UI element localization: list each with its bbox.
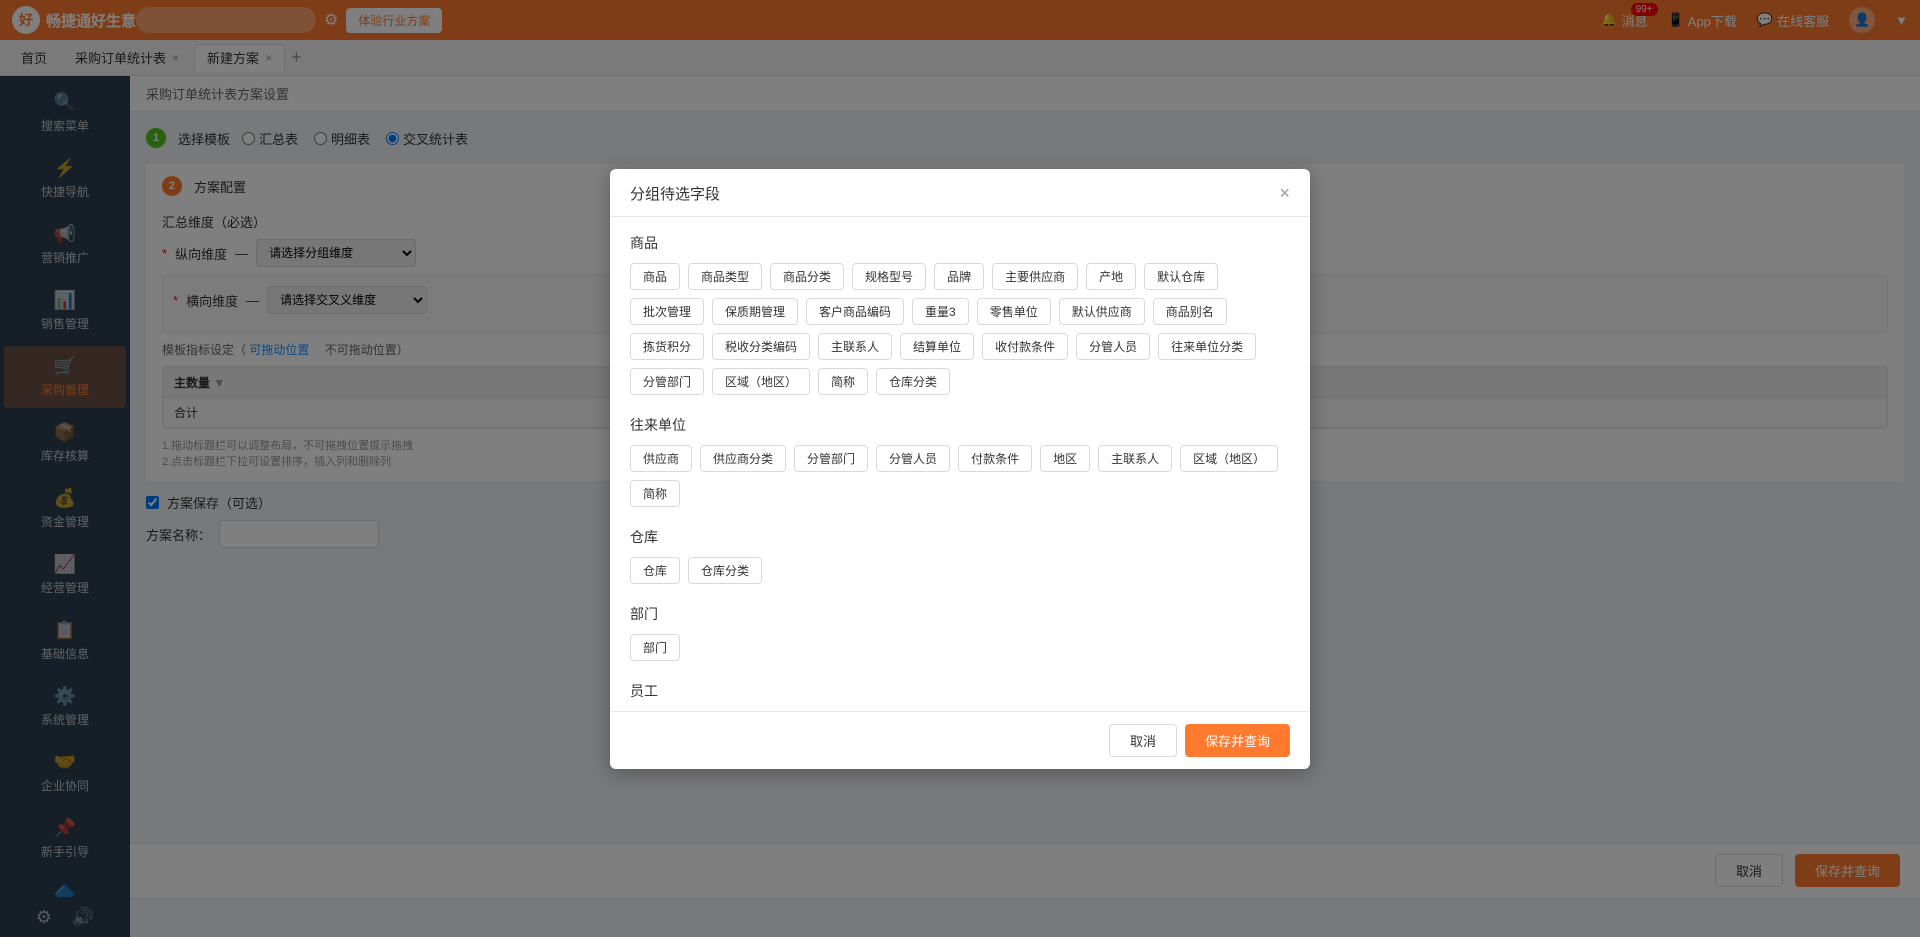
field-chip[interactable]: 客户商品编码 <box>806 298 904 325</box>
field-grid: 部门 <box>630 634 1290 661</box>
field-chip[interactable]: 仓库分类 <box>688 557 762 584</box>
field-chip[interactable]: 分管人员 <box>876 445 950 472</box>
dialog-confirm-button[interactable]: 保存并查询 <box>1185 724 1290 757</box>
field-chip[interactable]: 默认仓库 <box>1144 263 1218 290</box>
field-chip[interactable]: 重量3 <box>912 298 969 325</box>
field-section-往来单位: 往来单位供应商供应商分类分管部门分管人员付款条件地区主联系人区域（地区） 简称 <box>630 415 1290 507</box>
field-chip[interactable]: 分管部门 <box>630 368 704 395</box>
field-chip[interactable]: 分管人员 <box>1076 333 1150 360</box>
dialog-header: 分组待选字段 × <box>610 169 1310 217</box>
dialog-title: 分组待选字段 <box>630 183 720 204</box>
field-chip[interactable]: 区域（地区） <box>712 368 810 395</box>
field-section-title: 部门 <box>630 604 1290 624</box>
field-chip[interactable]: 规格型号 <box>852 263 926 290</box>
field-section-员工: 员工业务员 <box>630 681 1290 711</box>
field-section-title: 往来单位 <box>630 415 1290 435</box>
field-chip[interactable]: 品牌 <box>934 263 984 290</box>
dialog-body[interactable]: 商品商品商品类型商品分类规格型号品牌主要供应商产地默认仓库批次管理保质期管理客户… <box>610 217 1310 711</box>
field-chip[interactable]: 主联系人 <box>1098 445 1172 472</box>
field-chip[interactable]: 保质期管理 <box>712 298 798 325</box>
field-chip[interactable]: 往来单位分类 <box>1158 333 1256 360</box>
field-chip[interactable]: 零售单位 <box>977 298 1051 325</box>
field-chip[interactable]: 付款条件 <box>958 445 1032 472</box>
field-chip[interactable]: 简称 <box>630 480 680 507</box>
field-chip[interactable]: 结算单位 <box>900 333 974 360</box>
field-chip[interactable]: 商品类型 <box>688 263 762 290</box>
field-select-dialog: 分组待选字段 × 商品商品商品类型商品分类规格型号品牌主要供应商产地默认仓库批次… <box>610 169 1310 769</box>
field-chip[interactable]: 主要供应商 <box>992 263 1078 290</box>
dialog-overlay: 分组待选字段 × 商品商品商品类型商品分类规格型号品牌主要供应商产地默认仓库批次… <box>0 0 1920 937</box>
field-chip[interactable]: 区域（地区） <box>1180 445 1278 472</box>
field-section-仓库: 仓库仓库仓库分类 <box>630 527 1290 584</box>
field-section-title: 员工 <box>630 681 1290 701</box>
dialog-footer: 取消 保存并查询 <box>610 711 1310 769</box>
field-chip[interactable]: 拣货积分 <box>630 333 704 360</box>
field-section-商品: 商品商品商品类型商品分类规格型号品牌主要供应商产地默认仓库批次管理保质期管理客户… <box>630 233 1290 395</box>
field-grid: 商品商品类型商品分类规格型号品牌主要供应商产地默认仓库批次管理保质期管理客户商品… <box>630 263 1290 395</box>
dialog-close-button[interactable]: × <box>1279 184 1290 202</box>
field-chip[interactable]: 供应商分类 <box>700 445 786 472</box>
field-section-title: 商品 <box>630 233 1290 253</box>
field-chip[interactable]: 仓库分类 <box>876 368 950 395</box>
field-chip[interactable]: 仓库 <box>630 557 680 584</box>
field-chip[interactable]: 税收分类编码 <box>712 333 810 360</box>
dialog-cancel-button[interactable]: 取消 <box>1109 724 1177 757</box>
field-chip[interactable]: 商品分类 <box>770 263 844 290</box>
field-chip[interactable]: 默认供应商 <box>1059 298 1145 325</box>
field-chip[interactable]: 分管部门 <box>794 445 868 472</box>
field-chip[interactable]: 地区 <box>1040 445 1090 472</box>
field-chip[interactable]: 批次管理 <box>630 298 704 325</box>
field-chip[interactable]: 产地 <box>1086 263 1136 290</box>
field-chip[interactable]: 供应商 <box>630 445 692 472</box>
field-grid: 供应商供应商分类分管部门分管人员付款条件地区主联系人区域（地区） 简称 <box>630 445 1290 507</box>
field-chip[interactable]: 部门 <box>630 634 680 661</box>
field-chip[interactable]: 商品别名 <box>1153 298 1227 325</box>
field-grid: 仓库仓库分类 <box>630 557 1290 584</box>
field-section-部门: 部门部门 <box>630 604 1290 661</box>
field-chip[interactable]: 主联系人 <box>818 333 892 360</box>
field-chip[interactable]: 简称 <box>818 368 868 395</box>
field-section-title: 仓库 <box>630 527 1290 547</box>
field-chip[interactable]: 商品 <box>630 263 680 290</box>
field-chip[interactable]: 收付款条件 <box>982 333 1068 360</box>
